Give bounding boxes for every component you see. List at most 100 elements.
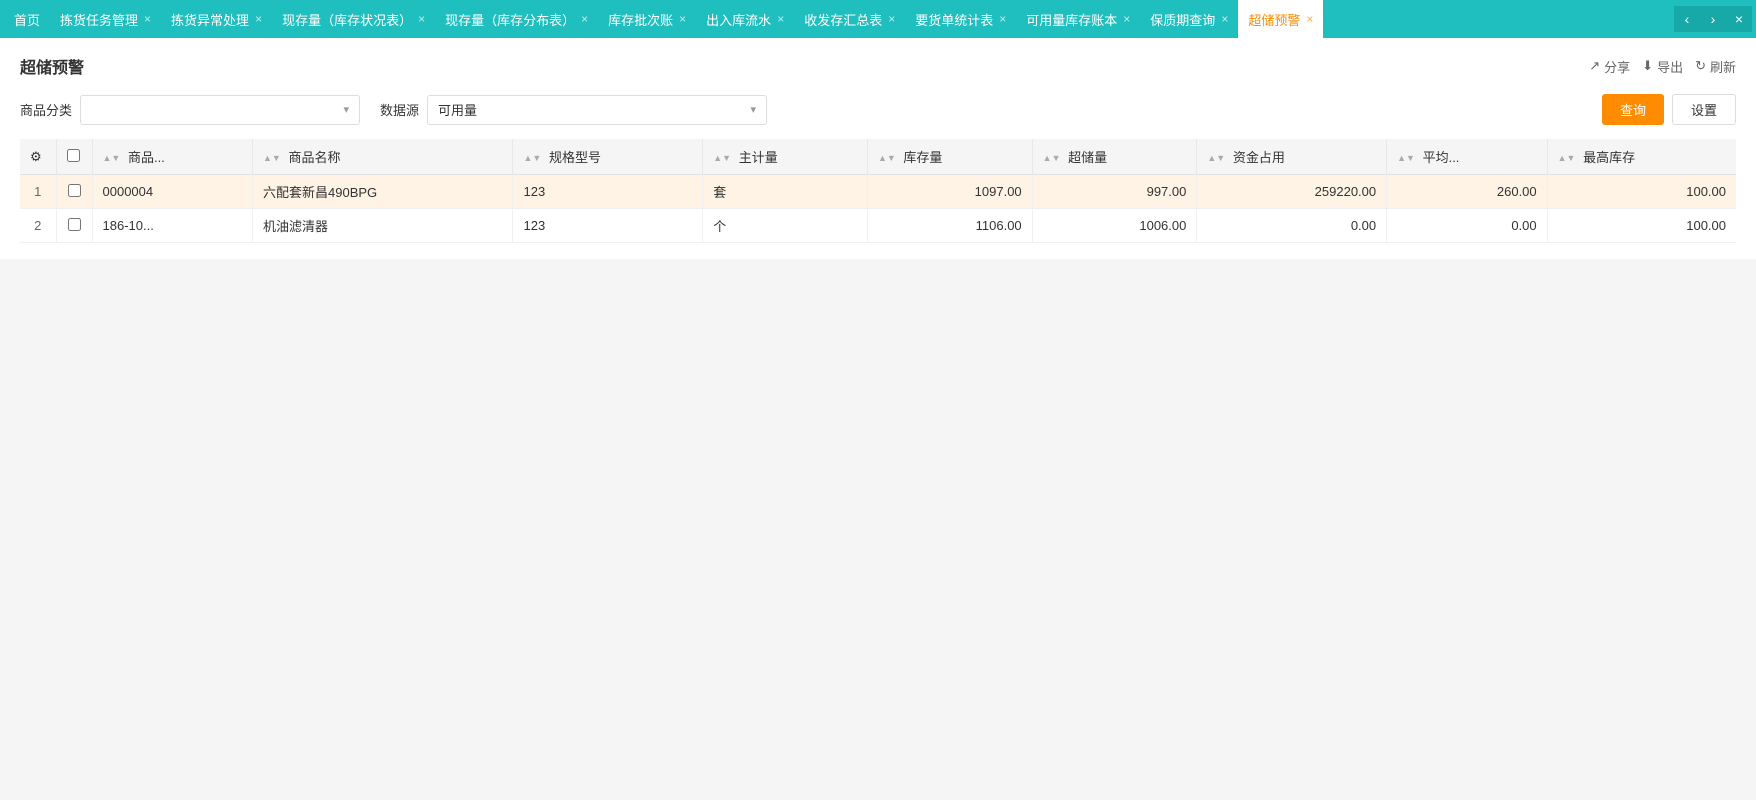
datasource-value: 可用量: [438, 100, 477, 119]
datasource-filter: 数据源 可用量 ▾: [380, 95, 767, 125]
th-avg[interactable]: ▲▼ 平均...: [1387, 139, 1548, 175]
capital-used-cell: 0.00: [1197, 209, 1387, 243]
close-icon[interactable]: ×: [1123, 12, 1130, 26]
sort-icon: ▲▼: [713, 154, 731, 163]
datasource-select[interactable]: 可用量 ▾: [427, 95, 767, 125]
th-unit[interactable]: ▲▼ 主计量: [703, 139, 868, 175]
page-content: 超储预警 ↗ 分享 ⬇ 导出 ↻ 刷新 商品分类 ▾ 数据源: [0, 38, 1756, 259]
sort-icon: ▲▼: [263, 154, 281, 163]
overstock-cell: 997.00: [1032, 175, 1197, 209]
product-name-cell: 机油滤清器: [253, 209, 513, 243]
filter-area: 商品分类 ▾ 数据源 可用量 ▾ 查询 设置: [20, 94, 1736, 125]
close-icon[interactable]: ×: [888, 12, 895, 26]
th-checkbox: [56, 139, 92, 175]
nav-stock-status[interactable]: 现存量（库存状况表） ×: [272, 0, 435, 38]
close-icon[interactable]: ×: [581, 12, 588, 26]
product-code-cell: 186-10...: [92, 209, 253, 243]
spec-cell: 123: [513, 209, 703, 243]
datasource-label: 数据源: [380, 100, 419, 119]
chevron-down-icon: ▾: [343, 103, 349, 116]
chevron-down-icon: ▾: [751, 103, 757, 116]
row-number: 1: [20, 175, 56, 209]
product-category-select[interactable]: ▾: [80, 95, 360, 125]
select-all-checkbox[interactable]: [67, 149, 80, 162]
nav-inout-flow[interactable]: 出入库流水 ×: [696, 0, 794, 38]
page-title-bar: 超储预警 ↗ 分享 ⬇ 导出 ↻ 刷新: [20, 54, 1736, 78]
nav-next-button[interactable]: ›: [1700, 6, 1726, 32]
product-category-label: 商品分类: [20, 100, 72, 119]
unit-cell: 个: [703, 209, 868, 243]
sort-icon: ▲▼: [1397, 154, 1415, 163]
table-header-row: ⚙ ▲▼ 商品... ▲▼ 商品名称 ▲▼ 规格型号 ▲▼: [20, 139, 1736, 175]
nav-receipt-summary[interactable]: 收发存汇总表 ×: [794, 0, 905, 38]
th-max-stock[interactable]: ▲▼ 最高库存: [1547, 139, 1736, 175]
nav-pick-exception[interactable]: 拣货异常处理 ×: [161, 0, 272, 38]
max-stock-cell: 100.00: [1547, 209, 1736, 243]
sort-icon: ▲▼: [523, 154, 541, 163]
refresh-icon: ↻: [1695, 58, 1706, 74]
nav-stock-batch[interactable]: 库存批次账 ×: [598, 0, 696, 38]
nav-order-stats[interactable]: 要货单统计表 ×: [905, 0, 1016, 38]
top-navigation: 首页 拣货任务管理 × 拣货异常处理 × 现存量（库存状况表） × 现存量（库存…: [0, 0, 1756, 38]
close-icon[interactable]: ×: [144, 12, 151, 26]
close-icon[interactable]: ×: [679, 12, 686, 26]
sort-icon: ▲▼: [1207, 154, 1225, 163]
title-actions: ↗ 分享 ⬇ 导出 ↻ 刷新: [1589, 57, 1736, 76]
spec-cell: 123: [513, 175, 703, 209]
stock-cell: 1097.00: [867, 175, 1032, 209]
avg-cell: 0.00: [1387, 209, 1548, 243]
sort-icon: ▲▼: [1558, 154, 1576, 163]
filter-buttons: 查询 设置: [1602, 94, 1736, 125]
page-title: 超储预警: [20, 54, 84, 78]
settings-gear-icon[interactable]: ⚙: [30, 149, 42, 164]
row-number: 2: [20, 209, 56, 243]
close-icon[interactable]: ×: [1306, 12, 1313, 26]
th-stock[interactable]: ▲▼ 库存量: [867, 139, 1032, 175]
th-product-name[interactable]: ▲▼ 商品名称: [253, 139, 513, 175]
capital-used-cell: 259220.00: [1197, 175, 1387, 209]
th-spec[interactable]: ▲▼ 规格型号: [513, 139, 703, 175]
row-checkbox-cell: [56, 175, 92, 209]
close-icon[interactable]: ×: [999, 12, 1006, 26]
th-overstock[interactable]: ▲▼ 超储量: [1032, 139, 1197, 175]
close-icon[interactable]: ×: [777, 12, 784, 26]
nav-stock-distribution[interactable]: 现存量（库存分布表） ×: [435, 0, 598, 38]
overstock-cell: 1006.00: [1032, 209, 1197, 243]
close-icon[interactable]: ×: [1221, 12, 1228, 26]
th-capital-used[interactable]: ▲▼ 资金占用: [1197, 139, 1387, 175]
refresh-button[interactable]: ↻ 刷新: [1695, 57, 1736, 76]
close-icon[interactable]: ×: [255, 12, 262, 26]
nav-prev-button[interactable]: ‹: [1674, 6, 1700, 32]
sort-icon: ▲▼: [878, 154, 896, 163]
product-category-filter: 商品分类 ▾: [20, 95, 360, 125]
share-icon: ↗: [1589, 58, 1600, 74]
table-row: 1 0000004 六配套新昌490BPG 123 套 1097.00 997.…: [20, 175, 1736, 209]
data-table: ⚙ ▲▼ 商品... ▲▼ 商品名称 ▲▼ 规格型号 ▲▼: [20, 139, 1736, 243]
nav-arrows: ‹ › ×: [1674, 6, 1752, 32]
close-icon[interactable]: ×: [418, 12, 425, 26]
product-code-cell: 0000004: [92, 175, 253, 209]
export-button[interactable]: ⬇ 导出: [1642, 57, 1683, 76]
max-stock-cell: 100.00: [1547, 175, 1736, 209]
row-checkbox[interactable]: [68, 184, 81, 197]
export-icon: ⬇: [1642, 58, 1653, 74]
sort-icon: ▲▼: [103, 154, 121, 163]
nav-overstock-warning[interactable]: 超储预警 ×: [1238, 0, 1323, 38]
query-button[interactable]: 查询: [1602, 94, 1664, 125]
nav-more-button[interactable]: ×: [1726, 6, 1752, 32]
nav-available-stock[interactable]: 可用量库存账本 ×: [1016, 0, 1140, 38]
row-checkbox-cell: [56, 209, 92, 243]
nav-pick-task[interactable]: 拣货任务管理 ×: [50, 0, 161, 38]
nav-home[interactable]: 首页: [4, 0, 50, 38]
unit-cell: 套: [703, 175, 868, 209]
share-button[interactable]: ↗ 分享: [1589, 57, 1630, 76]
row-checkbox[interactable]: [68, 218, 81, 231]
sort-icon: ▲▼: [1043, 154, 1061, 163]
th-settings: ⚙: [20, 139, 56, 175]
settings-button[interactable]: 设置: [1672, 94, 1736, 125]
nav-quality-period[interactable]: 保质期查询 ×: [1140, 0, 1238, 38]
avg-cell: 260.00: [1387, 175, 1548, 209]
product-name-cell: 六配套新昌490BPG: [253, 175, 513, 209]
stock-cell: 1106.00: [867, 209, 1032, 243]
th-product-code[interactable]: ▲▼ 商品...: [92, 139, 253, 175]
